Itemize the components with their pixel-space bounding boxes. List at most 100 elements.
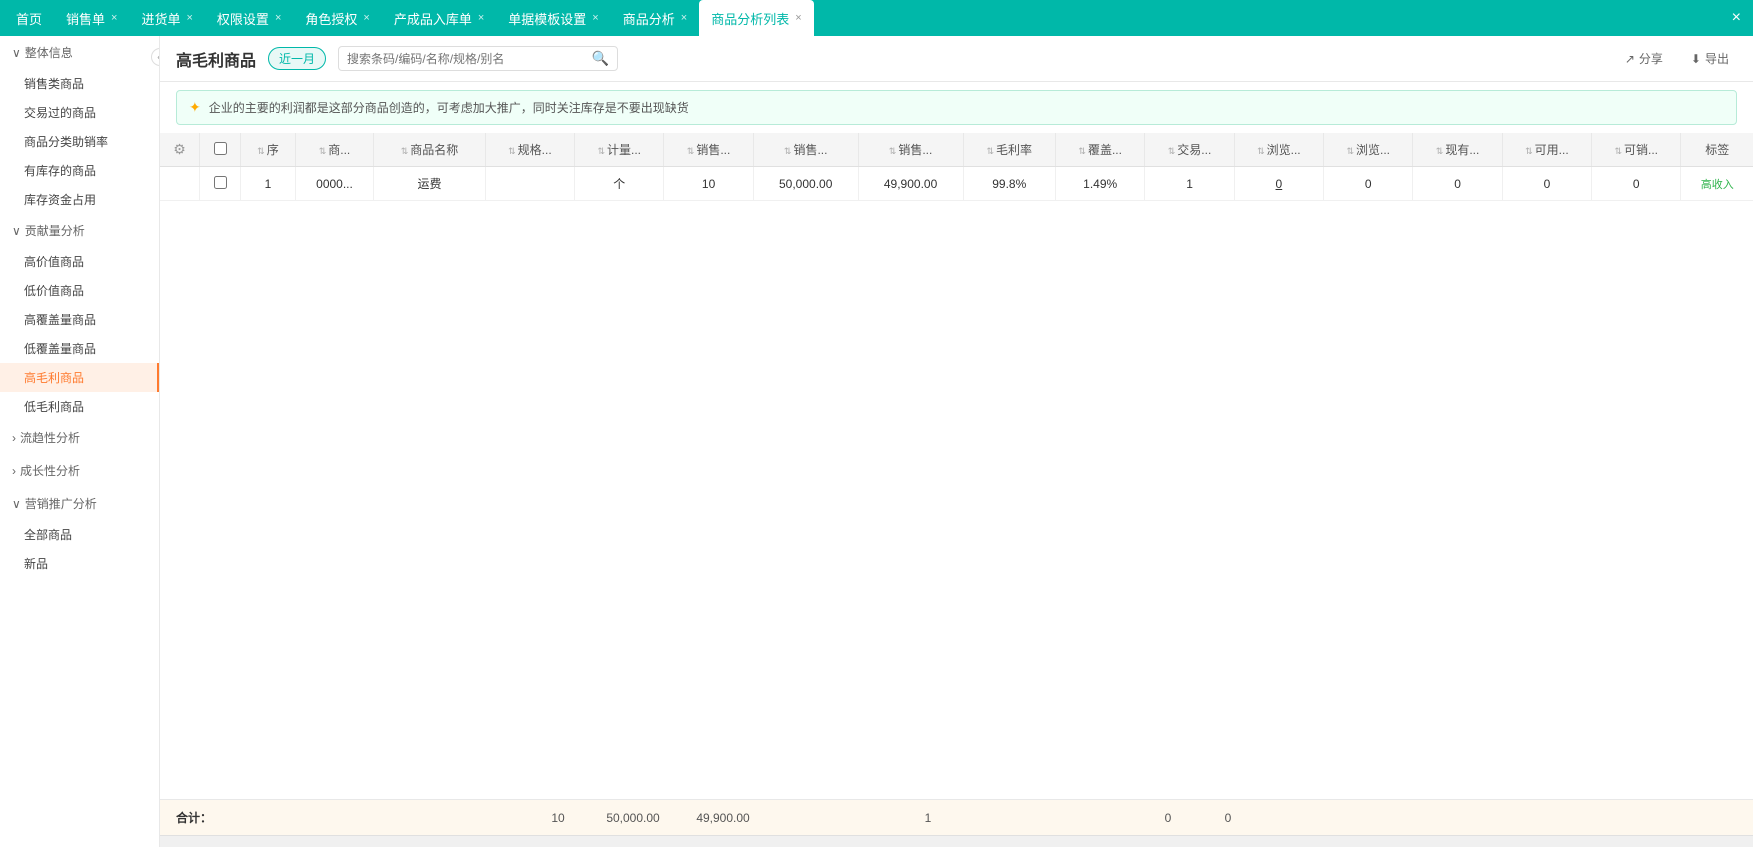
- sort-icon: ⇅: [1614, 146, 1622, 156]
- sidebar-item[interactable]: 销售类商品: [0, 69, 159, 98]
- footer-values: 10 50,000.00 49,900.00 1 0 0: [228, 811, 1737, 825]
- header-actions: ↗ 分享 ⬇ 导出: [1617, 46, 1737, 71]
- header-label: 销售...: [696, 143, 730, 157]
- sort-icon: ⇅: [1525, 146, 1533, 156]
- nav-tab-close[interactable]: ×: [275, 12, 281, 24]
- table-cell-coverage: 1.49%: [1056, 167, 1145, 201]
- sidebar-item[interactable]: 低价值商品: [0, 276, 159, 305]
- sidebar-group-title[interactable]: ∨ 贡献量分析: [0, 214, 159, 247]
- nav-tab-商品分析列表[interactable]: 商品分析列表 ×: [699, 0, 813, 36]
- table-header-txCount[interactable]: ⇅交易...: [1145, 133, 1234, 167]
- sort-icon: ⇅: [687, 146, 695, 156]
- sort-icon: ⇅: [1168, 146, 1176, 156]
- header-label: 商品名称: [410, 143, 458, 157]
- table-header-settings[interactable]: ⚙: [160, 133, 200, 167]
- sidebar-item[interactable]: 高覆盖量商品: [0, 305, 159, 334]
- table-header-browseB[interactable]: ⇅浏览...: [1324, 133, 1413, 167]
- table-header-unit[interactable]: ⇅计量...: [575, 133, 664, 167]
- search-icon[interactable]: 🔍: [592, 50, 609, 67]
- nav-tab-label: 角色授权: [305, 9, 357, 28]
- nav-tab-close[interactable]: ×: [111, 12, 117, 24]
- sidebar-item[interactable]: 高价值商品: [0, 247, 159, 276]
- export-button[interactable]: ⬇ 导出: [1683, 46, 1737, 71]
- nav-tab-产成品入库单[interactable]: 产成品入库单×: [382, 0, 496, 36]
- content-header: 高毛利商品 近一月 🔍 ↗ 分享 ⬇ 导出: [160, 36, 1753, 82]
- nav-tab-商品分析[interactable]: 商品分析 ×: [611, 0, 699, 36]
- sidebar-group-arrow: ∨: [12, 497, 21, 511]
- sidebar-item[interactable]: 有库存的商品: [0, 156, 159, 185]
- table-header-coverage[interactable]: ⇅覆盖...: [1056, 133, 1145, 167]
- sort-icon: ⇅: [401, 146, 409, 156]
- table-header-name[interactable]: ⇅商品名称: [374, 133, 485, 167]
- sidebar-group-label: 贡献量分析: [25, 222, 85, 239]
- table-header-grossRate[interactable]: ⇅毛利率: [963, 133, 1056, 167]
- sidebar-item[interactable]: 交易过的商品: [0, 98, 159, 127]
- row-checkbox[interactable]: [214, 176, 227, 189]
- nav-tab-首页[interactable]: 首页: [4, 0, 54, 36]
- nav-tab-close[interactable]: ×: [681, 12, 687, 24]
- sidebar-group-title[interactable]: ∨整体信息: [0, 36, 159, 69]
- main-layout: « ∨整体信息销售类商品交易过的商品商品分类助销率有库存的商品库存资金占用∨贡献…: [0, 36, 1753, 847]
- table-wrapper[interactable]: ⚙⇅序⇅商...⇅商品名称⇅规格...⇅计量...⇅销售...⇅销售...⇅销售…: [160, 133, 1753, 799]
- table-header-saleProfit[interactable]: ⇅销售...: [858, 133, 963, 167]
- sidebar-item[interactable]: 商品分类助销率: [0, 127, 159, 156]
- nav-tab-销售单[interactable]: 销售单×: [54, 0, 129, 36]
- sidebar-group-title[interactable]: ∨营销推广分析: [0, 487, 159, 520]
- nav-tab-权限设置[interactable]: 权限设置×: [205, 0, 293, 36]
- table-header-saleAmt[interactable]: ⇅销售...: [753, 133, 858, 167]
- share-label: 分享: [1639, 50, 1663, 67]
- footer-sale-profit: 49,900.00: [678, 811, 768, 825]
- sidebar-group-arrow: ›: [12, 431, 16, 445]
- table-header-stock[interactable]: ⇅现有...: [1413, 133, 1502, 167]
- sort-icon: ⇅: [508, 146, 516, 156]
- sidebar-group-title[interactable]: ›成长性分析: [0, 454, 159, 487]
- browse-link[interactable]: 0: [1276, 177, 1283, 191]
- table-header-seq[interactable]: ⇅序: [241, 133, 296, 167]
- table-header-checkbox[interactable]: [200, 133, 241, 167]
- scroll-bar[interactable]: [160, 835, 1753, 847]
- footer-sale-amt: 50,000.00: [588, 811, 678, 825]
- table-cell-grossRate: 99.8%: [963, 167, 1056, 201]
- search-box: 🔍: [338, 46, 618, 71]
- settings-icon[interactable]: ⚙: [173, 141, 186, 157]
- sidebar-item[interactable]: 低覆盖量商品: [0, 334, 159, 363]
- table-cell-stock: 0: [1413, 167, 1502, 201]
- sidebar-group-arrow: ∨: [12, 224, 21, 238]
- table-header-avail[interactable]: ⇅可用...: [1502, 133, 1591, 167]
- nav-tab-角色授权[interactable]: 角色授权 ×: [293, 0, 381, 36]
- table-cell-saleAmt: 50,000.00: [753, 167, 858, 201]
- share-button[interactable]: ↗ 分享: [1617, 46, 1671, 71]
- table-header-browseA[interactable]: ⇅浏览...: [1234, 133, 1323, 167]
- nav-tab-label: 商品分析列表: [711, 9, 789, 28]
- close-all-button[interactable]: ×: [1724, 9, 1749, 27]
- nav-tab-close[interactable]: ×: [592, 12, 598, 24]
- sort-icon: ⇅: [1257, 146, 1265, 156]
- sidebar-item[interactable]: 新品: [0, 549, 159, 578]
- sidebar-item[interactable]: 高毛利商品: [0, 363, 159, 392]
- nav-tab-close[interactable]: ×: [478, 12, 484, 24]
- search-input[interactable]: [347, 52, 588, 66]
- header-label: 序: [267, 143, 279, 157]
- top-nav: 首页销售单×进货单×权限设置×角色授权×产成品入库单×单据模板设置×商品分析×商…: [0, 0, 1753, 36]
- table-header-saleable[interactable]: ⇅可销...: [1592, 133, 1681, 167]
- table-cell-settings: [160, 167, 200, 201]
- nav-tab-label: 商品分析: [623, 9, 675, 28]
- sidebar-item[interactable]: 全部商品: [0, 520, 159, 549]
- sidebar-group-label: 整体信息: [25, 44, 73, 61]
- select-all-checkbox[interactable]: [214, 142, 227, 155]
- sidebar-group-label: 流趋性分析: [20, 429, 80, 446]
- table-header-saleQty[interactable]: ⇅销售...: [664, 133, 753, 167]
- nav-tab-单据模板设置[interactable]: 单据模板设置×: [496, 0, 610, 36]
- period-button[interactable]: 近一月: [268, 47, 326, 70]
- sidebar-group-title[interactable]: › 流趋性分析: [0, 421, 159, 454]
- sidebar-item[interactable]: 库存资金占用: [0, 185, 159, 214]
- nav-tab-close[interactable]: ×: [795, 12, 801, 24]
- sidebar-item[interactable]: 低毛利商品: [0, 392, 159, 421]
- table-header-spec[interactable]: ⇅规格...: [485, 133, 574, 167]
- nav-tab-close[interactable]: ×: [363, 12, 369, 24]
- nav-tab-进货单[interactable]: 进货单×: [129, 0, 204, 36]
- table-header-code[interactable]: ⇅商...: [295, 133, 374, 167]
- table-cell-saleable: 0: [1592, 167, 1681, 201]
- nav-tab-close[interactable]: ×: [186, 12, 192, 24]
- table-cell-browseB: 0: [1324, 167, 1413, 201]
